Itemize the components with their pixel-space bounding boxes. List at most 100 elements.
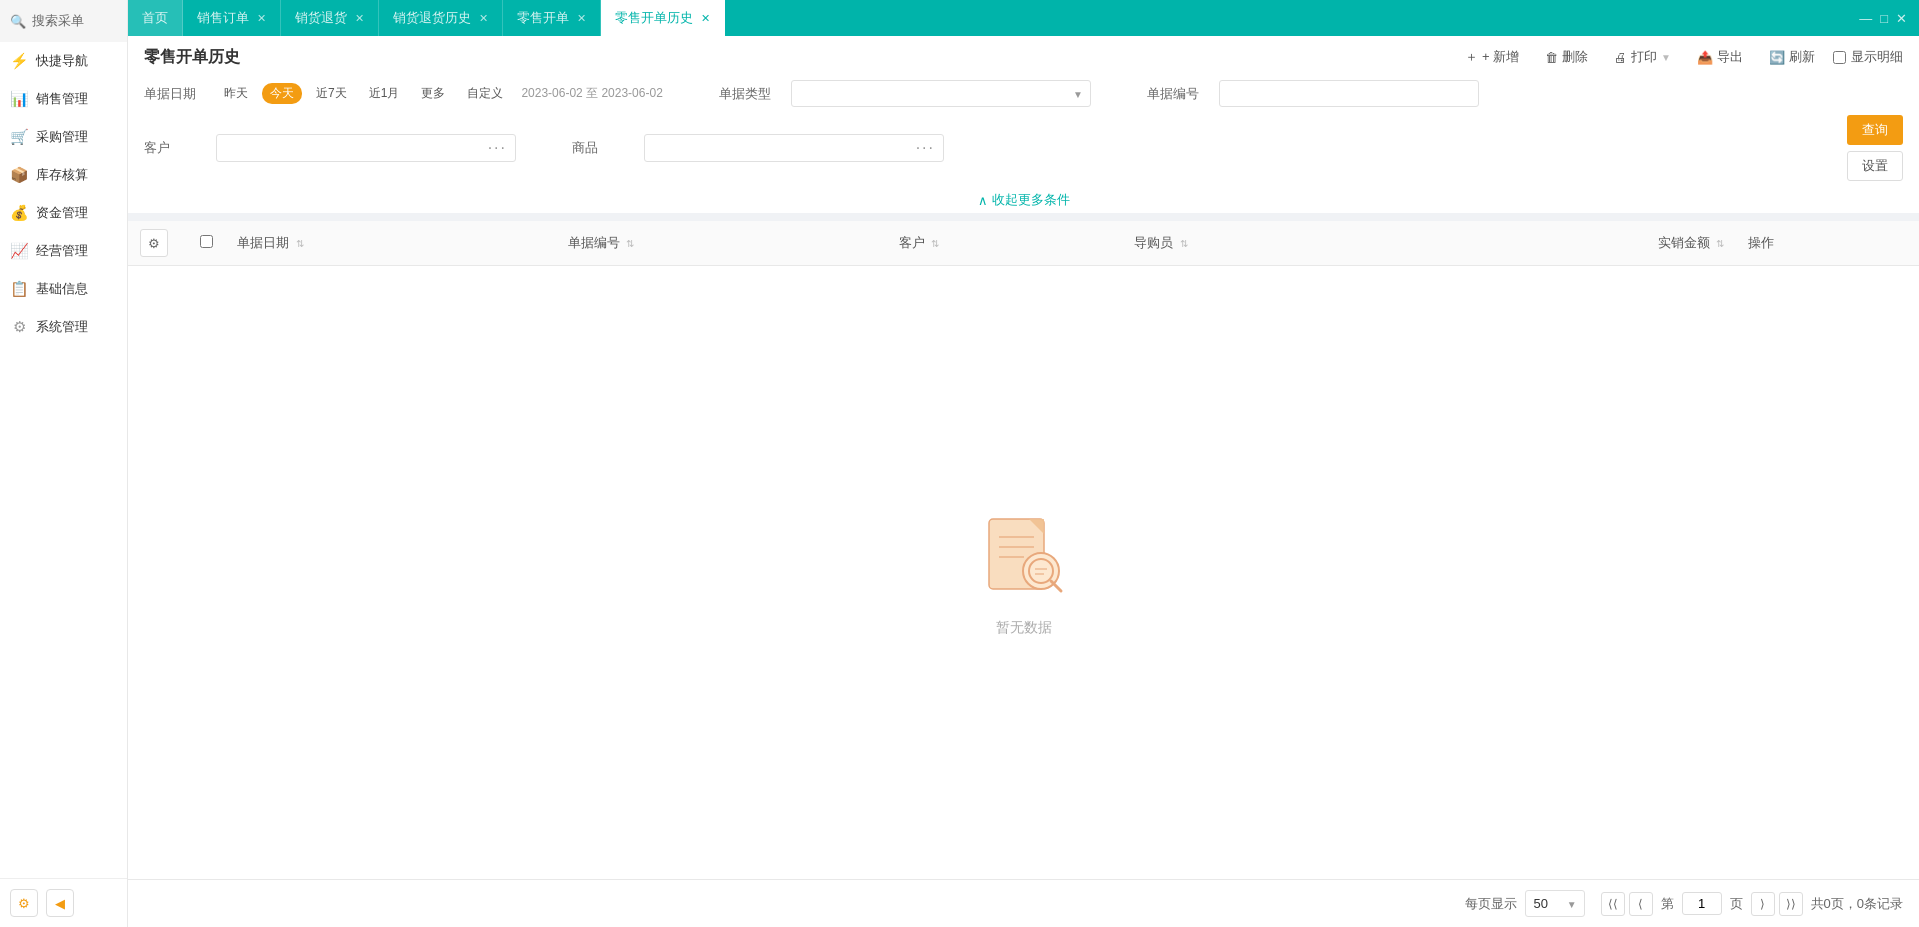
refresh-icon: 🔄 bbox=[1769, 50, 1785, 65]
collapse-sidebar-button[interactable]: ◀ bbox=[46, 889, 74, 917]
sys-icon: ⚙ bbox=[10, 318, 28, 336]
query-button[interactable]: 查询 bbox=[1847, 115, 1903, 145]
first-page-btn[interactable]: ⟨⟨ bbox=[1601, 892, 1625, 916]
goods-placeholder bbox=[653, 141, 916, 156]
sidebar-item-label: 资金管理 bbox=[36, 204, 88, 222]
sidebar-item-label: 系统管理 bbox=[36, 318, 88, 336]
date-btn-more[interactable]: 更多 bbox=[413, 83, 453, 104]
display-detail-checkbox[interactable] bbox=[1833, 51, 1846, 64]
th-date-sort-icon: ⇅ bbox=[296, 238, 304, 249]
table-settings-button[interactable]: ⚙ bbox=[140, 229, 168, 257]
sidebar-item-label: 库存核算 bbox=[36, 166, 88, 184]
tab-sales-order-close[interactable]: ✕ bbox=[257, 12, 266, 25]
customer-placeholder bbox=[225, 141, 488, 156]
date-btn-yesterday[interactable]: 昨天 bbox=[216, 83, 256, 104]
doc-no-input[interactable] bbox=[1219, 80, 1479, 107]
display-detail-toggle[interactable]: 显示明细 bbox=[1833, 48, 1903, 66]
print-dropdown-icon: ▼ bbox=[1661, 52, 1671, 63]
tab-sales-return-label: 销货退货 bbox=[295, 9, 347, 27]
print-label: 打印 bbox=[1631, 48, 1657, 66]
sidebar-item-quick-nav[interactable]: ⚡ 快捷导航 bbox=[0, 42, 127, 80]
date-filter-label: 单据日期 bbox=[144, 85, 200, 103]
th-date[interactable]: 单据日期 ⇅ bbox=[225, 221, 556, 266]
empty-text: 暂无数据 bbox=[996, 619, 1052, 637]
page-nav: ⟨⟨ ⟨ 第 页 ⟩ ⟩⟩ bbox=[1601, 892, 1803, 916]
tab-sales-order-label: 销售订单 bbox=[197, 9, 249, 27]
sidebar-search[interactable]: 🔍 搜索采单 bbox=[0, 0, 127, 42]
goods-dots-icon[interactable]: ··· bbox=[916, 139, 935, 157]
add-button[interactable]: ＋ + 新增 bbox=[1457, 44, 1527, 70]
settings-button[interactable]: 设置 bbox=[1847, 151, 1903, 181]
prev-page-btn[interactable]: ⟨ bbox=[1629, 892, 1653, 916]
customer-label: 客户 bbox=[144, 139, 200, 157]
table-head: ⚙ 单据日期 ⇅ 单据编号 ⇅ bbox=[128, 221, 1919, 266]
sidebar-item-label: 基础信息 bbox=[36, 280, 88, 298]
th-date-label: 单据日期 bbox=[237, 235, 289, 250]
tab-sales-return-history[interactable]: 销货退货历史 ✕ bbox=[379, 0, 503, 36]
sidebar-item-label: 采购管理 bbox=[36, 128, 88, 146]
date-btn-7days[interactable]: 近7天 bbox=[308, 83, 355, 104]
empty-illustration bbox=[969, 509, 1079, 609]
tab-retail-history-close[interactable]: ✕ bbox=[701, 12, 710, 25]
filter-row-2: 客户 ··· 商品 ··· 查询 设置 bbox=[144, 115, 1903, 181]
date-btn-today[interactable]: 今天 bbox=[262, 83, 302, 104]
th-no-label: 单据编号 bbox=[568, 235, 620, 250]
sidebar-item-purchase-mgmt[interactable]: 🛒 采购管理 bbox=[0, 118, 127, 156]
print-icon: 🖨 bbox=[1614, 50, 1627, 65]
sidebar-item-operations[interactable]: 📈 经营管理 bbox=[0, 232, 127, 270]
tab-sales-return-close[interactable]: ✕ bbox=[355, 12, 364, 25]
window-close-btn[interactable]: ✕ bbox=[1896, 11, 1907, 26]
sidebar-item-finance[interactable]: 💰 资金管理 bbox=[0, 194, 127, 232]
tab-home-label: 首页 bbox=[142, 9, 168, 27]
print-button[interactable]: 🖨 打印 ▼ bbox=[1606, 44, 1679, 70]
th-salesperson[interactable]: 导购员 ⇅ bbox=[1122, 221, 1405, 266]
last-page-btn[interactable]: ⟩⟩ bbox=[1779, 892, 1803, 916]
doc-type-select[interactable] bbox=[791, 80, 1091, 107]
export-button[interactable]: 📤 导出 bbox=[1689, 44, 1751, 70]
select-all-checkbox[interactable] bbox=[200, 235, 213, 248]
tab-home[interactable]: 首页 bbox=[128, 0, 183, 36]
sidebar-item-sales-mgmt[interactable]: 📊 销售管理 bbox=[0, 80, 127, 118]
settings-bottom-button[interactable]: ⚙ bbox=[10, 889, 38, 917]
pagination: 每页显示 50 100 200 ⟨⟨ ⟨ 第 页 ⟩ ⟩⟩ bbox=[128, 879, 1919, 927]
date-btn-1month[interactable]: 近1月 bbox=[361, 83, 408, 104]
table-container: ⚙ 单据日期 ⇅ 单据编号 ⇅ bbox=[128, 221, 1919, 927]
customer-dots-icon[interactable]: ··· bbox=[488, 139, 507, 157]
collapse-filter-btn[interactable]: ∧ 收起更多条件 bbox=[144, 187, 1903, 213]
th-no[interactable]: 单据编号 ⇅ bbox=[556, 221, 887, 266]
per-page-select[interactable]: 50 100 200 bbox=[1525, 890, 1585, 917]
date-range-display: 2023-06-02 至 2023-06-02 bbox=[521, 85, 662, 102]
tab-sales-order[interactable]: 销售订单 ✕ bbox=[183, 0, 281, 36]
th-action: 操作 bbox=[1736, 221, 1919, 266]
customer-input[interactable]: ··· bbox=[216, 134, 516, 162]
page-number-input[interactable] bbox=[1682, 892, 1722, 915]
sidebar-item-inventory[interactable]: 📦 库存核算 bbox=[0, 156, 127, 194]
tab-sales-return[interactable]: 销货退货 ✕ bbox=[281, 0, 379, 36]
tab-sales-return-history-close[interactable]: ✕ bbox=[479, 12, 488, 25]
sidebar: 🔍 搜索采单 ⚡ 快捷导航 📊 销售管理 🛒 采购管理 📦 库存核算 💰 资金管… bbox=[0, 0, 128, 927]
th-customer[interactable]: 客户 ⇅ bbox=[887, 221, 1123, 266]
tab-retail-open[interactable]: 零售开单 ✕ bbox=[503, 0, 601, 36]
goods-label: 商品 bbox=[572, 139, 628, 157]
th-checkbox bbox=[188, 221, 225, 266]
tab-sales-return-history-label: 销货退货历史 bbox=[393, 9, 471, 27]
window-minimize-btn[interactable]: — bbox=[1859, 11, 1872, 26]
page-title-row: 零售开单历史 ＋ + 新增 🗑 删除 🖨 打印 ▼ bbox=[144, 44, 1903, 70]
search-icon: 🔍 bbox=[10, 14, 26, 29]
th-amount[interactable]: 实销金额 ⇅ bbox=[1406, 221, 1737, 266]
goods-input[interactable]: ··· bbox=[644, 134, 944, 162]
window-maximize-btn[interactable]: □ bbox=[1880, 11, 1888, 26]
delete-button[interactable]: 🗑 删除 bbox=[1537, 44, 1596, 70]
basic-info-icon: 📋 bbox=[10, 280, 28, 298]
sidebar-item-sys-mgmt[interactable]: ⚙ 系统管理 bbox=[0, 308, 127, 346]
sales-icon: 📊 bbox=[10, 90, 28, 108]
next-page-btn[interactable]: ⟩ bbox=[1751, 892, 1775, 916]
date-btn-custom[interactable]: 自定义 bbox=[459, 83, 511, 104]
refresh-button[interactable]: 🔄 刷新 bbox=[1761, 44, 1823, 70]
purchase-icon: 🛒 bbox=[10, 128, 28, 146]
th-customer-sort-icon: ⇅ bbox=[931, 238, 939, 249]
content-area: 零售开单历史 ＋ + 新增 🗑 删除 🖨 打印 ▼ bbox=[128, 36, 1919, 927]
tab-retail-history[interactable]: 零售开单历史 ✕ bbox=[601, 0, 725, 36]
sidebar-item-basic-info[interactable]: 📋 基础信息 bbox=[0, 270, 127, 308]
tab-retail-open-close[interactable]: ✕ bbox=[577, 12, 586, 25]
